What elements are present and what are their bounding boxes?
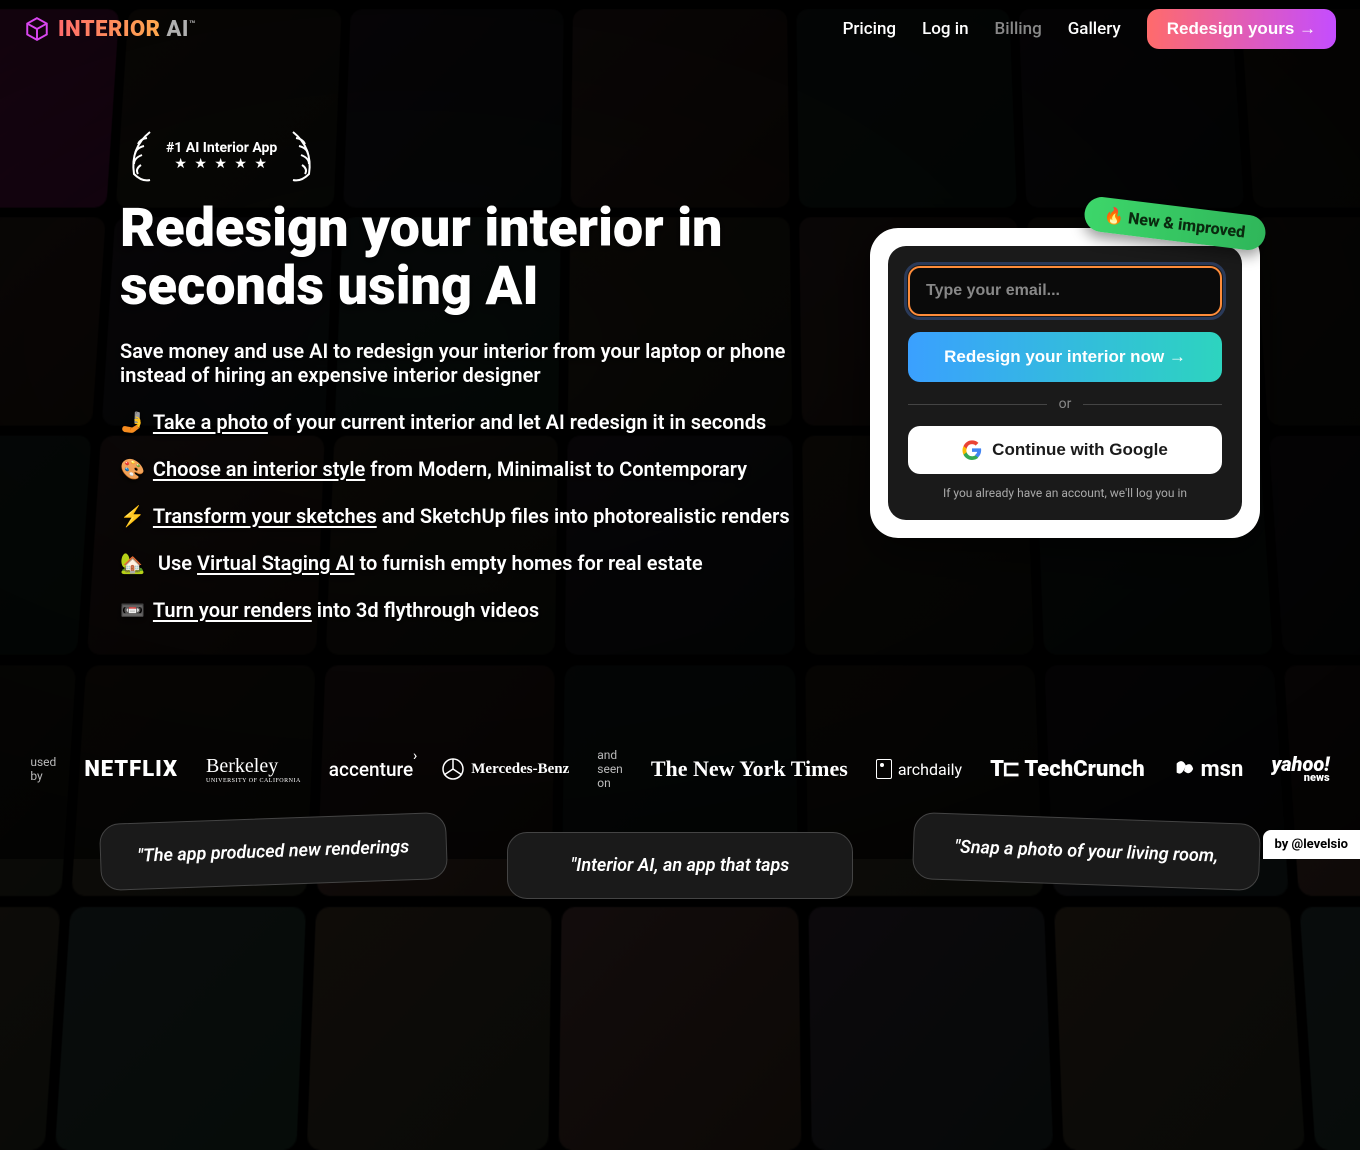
brand-techcrunch: T⊏ TechCrunch — [990, 757, 1145, 782]
feature-turn-renders: 📼Turn your renders into 3d flythrough vi… — [120, 597, 820, 624]
logo-link[interactable]: INTERIOR AI™ — [24, 16, 196, 42]
google-icon — [962, 440, 982, 460]
brand-yahoo: yahoo! news — [1271, 756, 1329, 782]
brand-mercedes: Mercedes-Benz — [441, 757, 569, 781]
lightning-icon: ⚡ — [120, 504, 145, 528]
or-divider: or — [908, 396, 1222, 412]
signup-card: 🔥 New & improved Redesign your interior … — [870, 228, 1260, 644]
brand-msn: msn — [1173, 757, 1244, 782]
nav-pricing[interactable]: Pricing — [843, 19, 897, 39]
archdaily-icon — [876, 759, 892, 779]
nav-gallery[interactable]: Gallery — [1068, 19, 1121, 39]
award-badge: #1 AI Interior App ★ ★ ★ ★ ★ — [120, 128, 323, 184]
brand-nyt: The New York Times — [651, 756, 848, 782]
msn-icon — [1173, 758, 1195, 780]
transform-sketches-link[interactable]: Transform your sketches — [153, 504, 377, 528]
headline: Redesign your interior in seconds using … — [120, 200, 830, 317]
feature-virtual-staging: 🏡 Use Virtual Staging AI to furnish empt… — [120, 550, 820, 577]
hero-left: #1 AI Interior App ★ ★ ★ ★ ★ Redesign yo… — [120, 128, 830, 644]
laurel-left-icon — [120, 128, 160, 184]
logo-strip: used by NETFLIX Berkeley UNIVERSITY OF C… — [0, 748, 1360, 790]
nav-cta-button[interactable]: Redesign yours → — [1147, 9, 1336, 49]
fine-print: If you already have an account, we'll lo… — [908, 486, 1222, 500]
feature-choose-style: 🎨Choose an interior style from Modern, M… — [120, 456, 820, 483]
top-nav: INTERIOR AI™ Pricing Log in Billing Gall… — [0, 0, 1360, 58]
techcrunch-icon: T⊏ — [990, 757, 1018, 782]
take-photo-link[interactable]: Take a photo — [153, 410, 268, 434]
credit-link[interactable]: by @levelsio — [1263, 830, 1360, 859]
turn-renders-link[interactable]: Turn your renders — [153, 598, 312, 622]
palette-icon: 🎨 — [120, 457, 145, 481]
feature-take-photo: 🤳Take a photo of your current interior a… — [120, 409, 820, 436]
house-icon: 🏡 — [120, 551, 145, 575]
continue-google-button[interactable]: Continue with Google — [908, 426, 1222, 474]
seen-on-label: and seen on — [597, 748, 623, 790]
testimonials: "The app produced new renderings "Interi… — [0, 818, 1360, 885]
nav-billing[interactable]: Billing — [995, 19, 1042, 39]
subheadline: Save money and use AI to redesign your i… — [120, 339, 820, 387]
logo-text: INTERIOR AI™ — [58, 17, 196, 42]
brand-netflix: NETFLIX — [84, 757, 178, 782]
virtual-staging-link[interactable]: Virtual Staging AI — [197, 551, 355, 575]
brand-archdaily: archdaily — [876, 759, 962, 779]
testimonial-2: "Interior AI, an app that taps — [507, 832, 854, 899]
videotape-icon: 📼 — [120, 598, 145, 622]
nav-right: Pricing Log in Billing Gallery Redesign … — [843, 9, 1336, 49]
nav-login[interactable]: Log in — [922, 19, 968, 39]
email-input[interactable] — [908, 266, 1222, 316]
brand-accenture: accenture› — [329, 758, 413, 781]
mercedes-icon — [441, 757, 465, 781]
testimonial-1: "The app produced new renderings — [99, 812, 448, 891]
badge-title: #1 AI Interior App — [166, 140, 277, 156]
brand-berkeley: Berkeley UNIVERSITY OF CALIFORNIA — [206, 755, 301, 784]
choose-style-link[interactable]: Choose an interior style — [153, 457, 365, 481]
used-by-label: used by — [30, 755, 56, 783]
selfie-icon: 🤳 — [120, 410, 145, 434]
cube-icon — [24, 16, 50, 42]
feature-transform-sketches: ⚡Transform your sketches and SketchUp fi… — [120, 503, 820, 530]
badge-stars: ★ ★ ★ ★ ★ — [166, 156, 277, 172]
testimonial-3: "Snap a photo of your living room, — [912, 812, 1261, 891]
redesign-now-button[interactable]: Redesign your interior now → — [908, 332, 1222, 382]
laurel-right-icon — [283, 128, 323, 184]
